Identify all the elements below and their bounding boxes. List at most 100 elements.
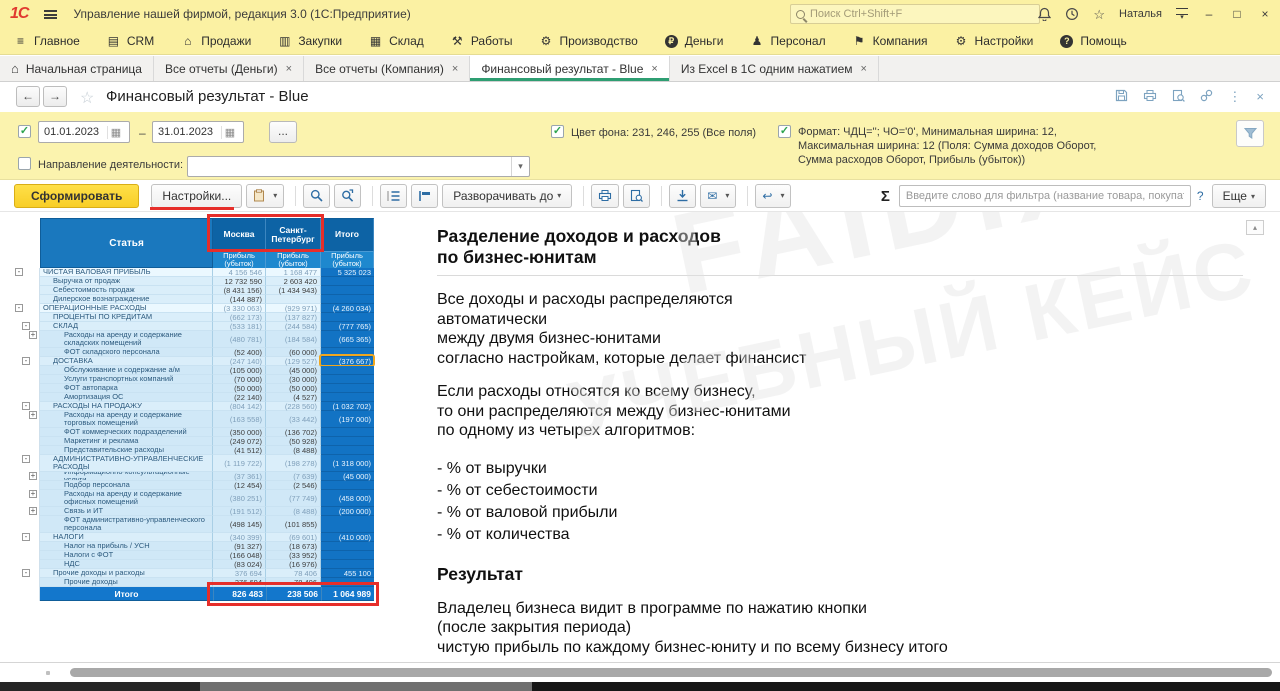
favorites-star-icon[interactable]: ☆ — [1093, 8, 1105, 21]
table-row[interactable]: - Прочие доходы и расходы 376 694 78 406 455… — [14, 569, 374, 578]
total-value-cell[interactable] — [321, 542, 374, 551]
total-value-cell[interactable] — [321, 286, 374, 295]
close-tab-icon[interactable]: × — [452, 63, 458, 75]
moscow-value-cell[interactable]: 376 694 — [213, 578, 266, 587]
total-value-cell[interactable] — [321, 446, 374, 455]
expand-to-button[interactable]: Разворачивать до ▾ — [442, 183, 573, 208]
article-cell[interactable]: ФОТ коммерческих подразделений — [40, 428, 213, 437]
collapse-levels-button[interactable] — [380, 183, 408, 208]
spb-value-cell[interactable]: (8 488) — [266, 446, 321, 455]
total-value-cell[interactable]: (200 000) — [321, 507, 374, 516]
collapse-icon[interactable]: - — [15, 268, 23, 276]
total-value-cell[interactable] — [321, 551, 374, 560]
table-row[interactable]: Налог на прибыль / УСН (91 327) (18 673) — [14, 542, 374, 551]
total-value-cell[interactable] — [321, 375, 374, 384]
collapse-icon[interactable]: - — [22, 402, 30, 410]
article-cell[interactable]: Дилерское вознаграждение — [40, 295, 213, 304]
moscow-value-cell[interactable]: (480 781) — [213, 331, 266, 348]
total-value-cell[interactable] — [321, 366, 374, 375]
moscow-value-cell[interactable]: (191 512) — [213, 507, 266, 516]
column-header-moscow[interactable]: Москва — [213, 218, 266, 251]
horizontal-scroll-thumb[interactable] — [70, 668, 1272, 677]
table-row[interactable]: + Расходы на аренду и содержание торговых… — [14, 411, 374, 428]
collapse-icon[interactable]: - — [22, 357, 30, 365]
direction-select[interactable]: ▾ — [187, 156, 530, 177]
article-cell[interactable]: Прочие доходы и расходы — [40, 569, 213, 578]
table-row[interactable]: Подбор персонала (12 454) (2 546) — [14, 481, 374, 490]
total-value-cell[interactable]: (1 318 000) — [321, 455, 374, 472]
period-checkbox[interactable]: ✓ — [18, 125, 31, 138]
article-cell[interactable]: Прочие доходы — [40, 578, 213, 587]
print-preview-button[interactable] — [623, 183, 651, 208]
table-row[interactable]: Налоги с ФОТ (166 048) (33 952) — [14, 551, 374, 560]
total-moscow-cell[interactable]: 826 483 — [213, 587, 266, 601]
table-row[interactable]: - АДМИНИСТРАТИВНО-УПРАВЛЕНЧЕСКИЕ РАСХОДЫ(… — [14, 455, 374, 472]
total-value-cell[interactable]: 5 325 023 — [321, 268, 374, 277]
global-search[interactable] — [790, 4, 1040, 24]
horizontal-scrollbar[interactable] — [0, 662, 1280, 682]
close-tab-icon[interactable]: × — [651, 63, 657, 75]
vertical-scroll-up-button[interactable]: ▴ — [1246, 220, 1264, 235]
current-user[interactable]: Наталья — [1119, 8, 1162, 20]
total-value-cell[interactable] — [321, 481, 374, 490]
table-row[interactable]: Представительские расходы (41 512) (8 488) — [14, 446, 374, 455]
collapse-icon[interactable]: - — [15, 304, 23, 312]
article-cell[interactable]: РАСХОДЫ НА ПРОДАЖУ — [40, 402, 213, 411]
save-icon[interactable] — [1115, 89, 1128, 104]
moscow-value-cell[interactable]: (804 142) — [213, 402, 266, 411]
article-cell[interactable]: Себестоимость продаж — [40, 286, 213, 295]
total-value-cell[interactable]: (665 365) — [321, 331, 374, 348]
menu-item-settings[interactable]: ⚙ Настройки — [955, 34, 1034, 48]
total-value-cell[interactable]: (1 032 702) — [321, 402, 374, 411]
spb-value-cell[interactable]: 78 406 — [266, 578, 321, 587]
article-cell[interactable]: Представительские расходы — [40, 446, 213, 455]
article-cell[interactable]: Маркетинг и реклама — [40, 437, 213, 446]
generate-button[interactable]: Сформировать — [14, 183, 140, 208]
table-row[interactable]: + Связь и ИТ (191 512) (8 488) (200 000) — [14, 507, 374, 516]
table-row[interactable]: Дилерское вознаграждение (144 887) — [14, 295, 374, 304]
tab-1[interactable]: Все отчеты (Деньги) × — [154, 56, 305, 81]
table-row[interactable]: ФОТ коммерческих подразделений (350 000)(… — [14, 428, 374, 437]
total-value-cell[interactable] — [321, 428, 374, 437]
total-value-cell[interactable] — [321, 437, 374, 446]
article-cell[interactable]: АДМИНИСТРАТИВНО-УПРАВЛЕНЧЕСКИЕ РАСХОДЫ — [40, 455, 213, 472]
collapse-icon[interactable]: - — [22, 569, 30, 577]
table-row[interactable]: - СКЛАД (533 181) (244 584) (777 765) — [14, 322, 374, 331]
article-cell[interactable]: ФОТ складского персонала — [40, 348, 213, 357]
article-cell[interactable]: НАЛОГИ — [40, 533, 213, 542]
article-cell[interactable]: Налог на прибыль / УСН — [40, 542, 213, 551]
print-icon[interactable] — [1143, 89, 1157, 104]
total-value-cell[interactable]: (45 000) — [321, 472, 374, 481]
article-cell[interactable]: НДС — [40, 560, 213, 569]
spb-value-cell[interactable]: (244 584) — [266, 322, 321, 331]
expand-icon[interactable]: + — [29, 490, 37, 498]
filter-funnel-button[interactable] — [1236, 120, 1264, 147]
spb-value-cell[interactable]: (2 546) — [266, 481, 321, 490]
global-search-input[interactable] — [810, 8, 1039, 20]
total-value-cell[interactable]: (197 000) — [321, 411, 374, 428]
total-value-cell[interactable] — [321, 277, 374, 286]
preview-icon[interactable] — [1172, 89, 1186, 104]
forward-button[interactable]: → — [43, 86, 67, 107]
more-dots-icon[interactable]: ⋮ — [1228, 90, 1241, 103]
spb-value-cell[interactable]: (1 434 943) — [266, 286, 321, 295]
moscow-value-cell[interactable]: (12 454) — [213, 481, 266, 490]
total-value-cell[interactable] — [321, 578, 374, 587]
more-button[interactable]: Еще ▾ — [1211, 184, 1266, 208]
tab-0[interactable]: ⌂ Начальная страница — [0, 56, 154, 81]
article-cell[interactable]: Расходы на аренду и содержание торговых … — [40, 411, 213, 428]
menu-item-help[interactable]: ? Помощь — [1060, 34, 1127, 48]
spb-value-cell[interactable]: (8 488) — [266, 507, 321, 516]
service-menu-icon[interactable]: ▾ — [1176, 8, 1188, 21]
menu-item-staff[interactable]: ♟ Персонал — [751, 34, 826, 48]
expand-icon[interactable]: + — [29, 331, 37, 339]
expand-icon[interactable]: + — [29, 472, 37, 480]
notifications-bell-icon[interactable] — [1038, 7, 1052, 21]
article-cell[interactable]: Информационно-консультационные услуги — [40, 472, 213, 481]
total-value-cell[interactable]: (458 000) — [321, 490, 374, 507]
moscow-value-cell[interactable]: (163 558) — [213, 411, 266, 428]
close-tab-icon[interactable]: × — [286, 63, 292, 75]
total-value-cell[interactable] — [321, 516, 374, 533]
close-report-icon[interactable]: × — [1256, 90, 1264, 103]
column-header-total[interactable]: Итого — [321, 218, 374, 251]
